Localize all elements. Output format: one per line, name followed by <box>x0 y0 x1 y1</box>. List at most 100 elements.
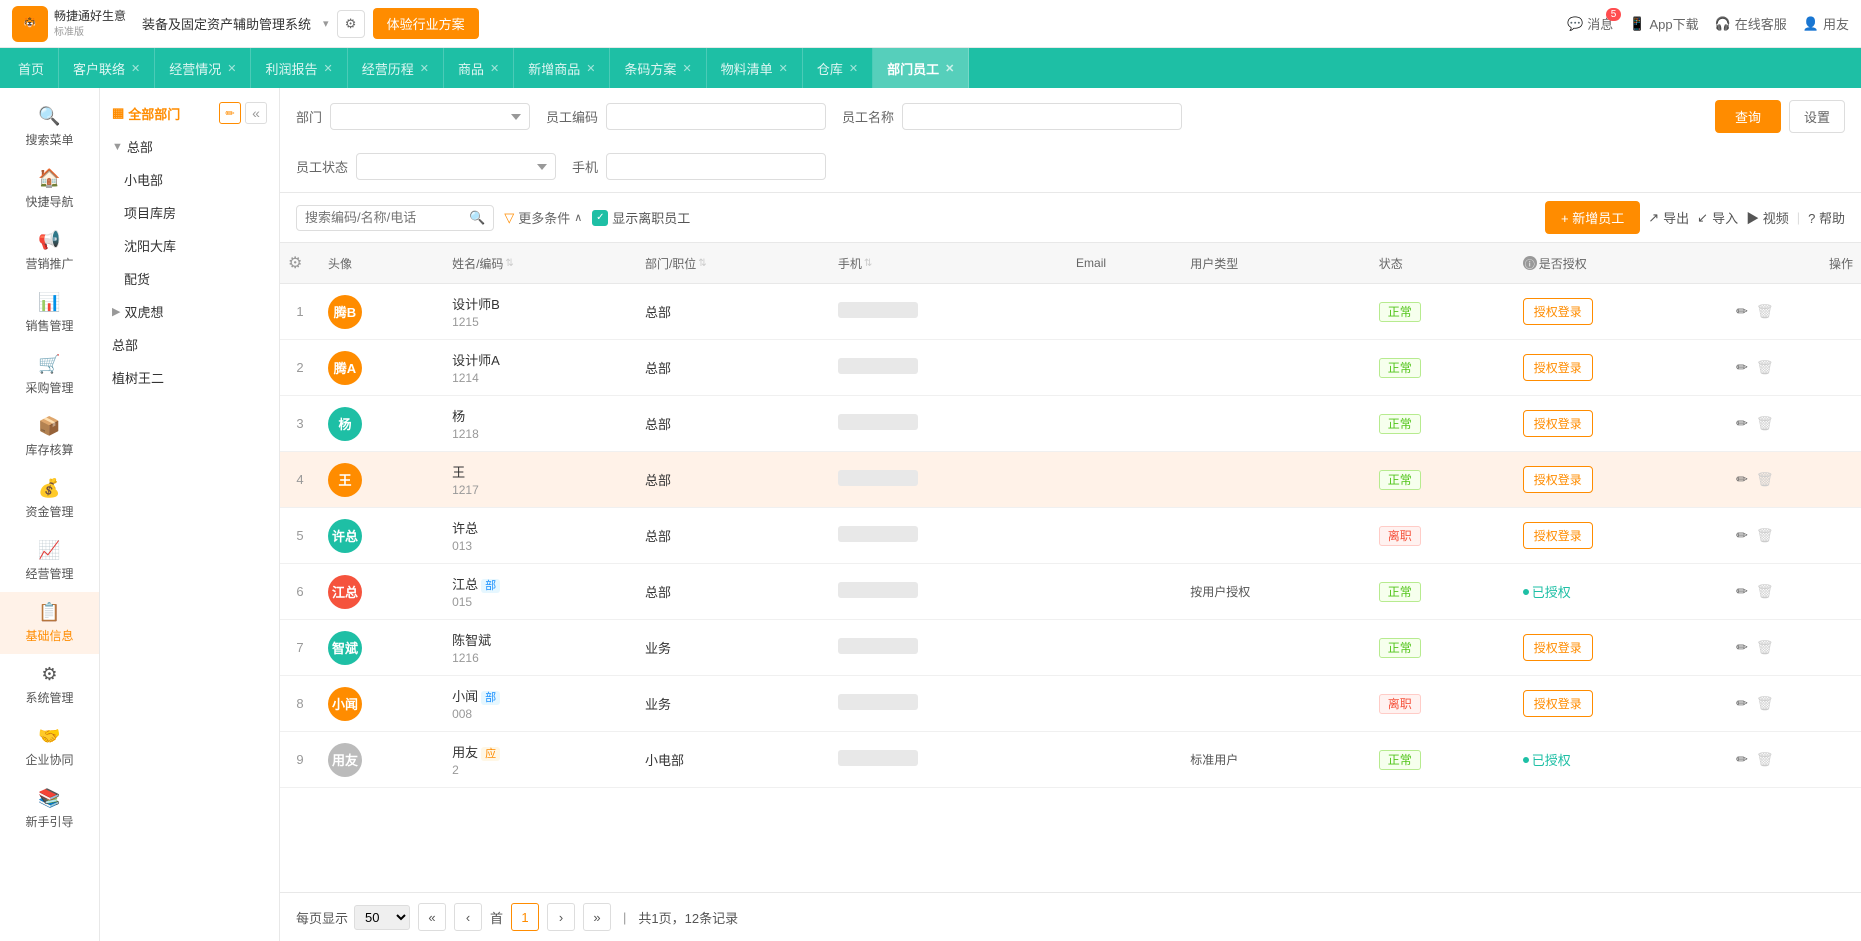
nav-item-purchase[interactable]: 🛒 采购管理 <box>0 344 99 406</box>
filter-status-select[interactable] <box>356 153 556 180</box>
search-input[interactable] <box>305 210 465 225</box>
authorize-button[interactable]: 授权登录 <box>1523 522 1593 549</box>
show-resigned-checkbox[interactable]: ✓ <box>592 210 608 226</box>
import-button[interactable]: ↙ 导入 <box>1697 208 1738 227</box>
show-resigned-toggle[interactable]: ✓ 显示离职员工 <box>592 208 690 227</box>
edit-button[interactable]: ✏ <box>1736 359 1748 376</box>
edit-button[interactable]: ✏ <box>1736 583 1748 600</box>
reset-button[interactable]: 设置 <box>1789 100 1845 133</box>
tab-operation-close[interactable]: ✕ <box>227 62 236 75</box>
tree-item-zonbu[interactable]: ▼ 总部 <box>100 130 279 163</box>
tree-item-shuanghu[interactable]: ▶ 双虎想 <box>100 295 279 328</box>
authorize-button[interactable]: 授权登录 <box>1523 410 1593 437</box>
sort-phone[interactable]: 手机 ⇅ <box>838 255 1060 272</box>
tree-item-shenyang[interactable]: 沈阳大库 <box>100 229 279 262</box>
more-filter-btn[interactable]: ▽ 更多条件 ∧ <box>504 208 582 227</box>
nav-item-collab[interactable]: 🤝 企业协同 <box>0 716 99 778</box>
tab-history-close[interactable]: ✕ <box>420 62 429 75</box>
tab-warehouse-close[interactable]: ✕ <box>849 62 858 75</box>
column-settings-icon[interactable]: ⚙ <box>288 255 302 272</box>
tab-profit-close[interactable]: ✕ <box>324 62 333 75</box>
authorize-button[interactable]: 授权登录 <box>1523 298 1593 325</box>
nav-item-marketing[interactable]: 📢 营销推广 <box>0 220 99 282</box>
dept-collapse-button[interactable]: « <box>245 102 267 124</box>
tab-bom-close[interactable]: ✕ <box>779 62 788 75</box>
last-page-button[interactable]: » <box>583 903 611 931</box>
user-btn[interactable]: 👤 用友 <box>1803 14 1849 33</box>
delete-button[interactable]: 🗑 <box>1756 415 1774 432</box>
delete-button[interactable]: 🗑 <box>1756 695 1774 712</box>
nav-item-guide[interactable]: 📚 新手引导 <box>0 778 99 840</box>
tab-customer-close[interactable]: ✕ <box>131 62 140 75</box>
filter-dept-select[interactable] <box>330 103 530 130</box>
tree-item-zonbu2[interactable]: 总部 <box>100 328 279 361</box>
view-button[interactable]: ▶ 视频 <box>1746 208 1789 227</box>
add-employee-button[interactable]: + 新增员工 <box>1545 201 1640 234</box>
nav-item-basic[interactable]: 📋 基础信息 <box>0 592 99 654</box>
sort-name-code[interactable]: 姓名/编码 ⇅ <box>452 255 629 272</box>
edit-button[interactable]: ✏ <box>1736 303 1748 320</box>
edit-button[interactable]: ✏ <box>1736 639 1748 656</box>
app-download-btn[interactable]: 📱 App下载 <box>1629 14 1698 33</box>
export-button[interactable]: ↗ 导出 <box>1648 208 1689 227</box>
sort-dept-pos[interactable]: 部门/职位 ⇅ <box>645 255 822 272</box>
tab-warehouse[interactable]: 仓库 ✕ <box>803 48 873 88</box>
tab-bom[interactable]: 物料清单 ✕ <box>707 48 803 88</box>
delete-button[interactable]: 🗑 <box>1756 303 1774 320</box>
per-page-select[interactable]: 50 100 200 <box>354 905 410 930</box>
online-service-btn[interactable]: 🎧 在线客服 <box>1715 14 1787 33</box>
tab-barcode[interactable]: 条码方案 ✕ <box>610 48 706 88</box>
tab-barcode-close[interactable]: ✕ <box>682 62 691 75</box>
delete-button[interactable]: 🗑 <box>1756 359 1774 376</box>
th-name-code[interactable]: 姓名/编码 ⇅ <box>444 243 637 284</box>
next-page-button[interactable]: › <box>547 903 575 931</box>
authorize-button[interactable]: 授权登录 <box>1523 690 1593 717</box>
gear-button[interactable]: ⚙ <box>337 10 365 38</box>
first-page-button[interactable]: « <box>418 903 446 931</box>
tab-profit[interactable]: 利润报告 ✕ <box>251 48 347 88</box>
authorize-button[interactable]: 授权登录 <box>1523 466 1593 493</box>
message-btn[interactable]: 💬 消息 5 <box>1567 14 1613 33</box>
delete-button[interactable]: 🗑 <box>1756 471 1774 488</box>
nav-item-finance[interactable]: 💰 资金管理 <box>0 468 99 530</box>
trial-button[interactable]: 体验行业方案 <box>373 8 479 39</box>
tab-dept-employee[interactable]: 部门员工 ✕ <box>873 48 969 88</box>
tab-goods[interactable]: 商品 ✕ <box>444 48 514 88</box>
th-phone[interactable]: 手机 ⇅ <box>830 243 1068 284</box>
toolbar-search[interactable]: 🔍 <box>296 205 494 231</box>
delete-button[interactable]: 🗑 <box>1756 751 1774 768</box>
tab-goods-close[interactable]: ✕ <box>490 62 499 75</box>
tree-item-xiangmu[interactable]: 项目库房 <box>100 196 279 229</box>
tab-history[interactable]: 经营历程 ✕ <box>348 48 444 88</box>
tab-new-goods[interactable]: 新增商品 ✕ <box>514 48 610 88</box>
nav-item-business[interactable]: 📈 经营管理 <box>0 530 99 592</box>
tab-dept-employee-close[interactable]: ✕ <box>945 62 954 75</box>
dept-edit-button[interactable]: ✏ <box>219 102 241 124</box>
filter-phone-input[interactable] <box>606 153 826 180</box>
delete-button[interactable]: 🗑 <box>1756 639 1774 656</box>
edit-button[interactable]: ✏ <box>1736 527 1748 544</box>
edit-button[interactable]: ✏ <box>1736 751 1748 768</box>
edit-button[interactable]: ✏ <box>1736 695 1748 712</box>
delete-button[interactable]: 🗑 <box>1756 527 1774 544</box>
th-dept-pos[interactable]: 部门/职位 ⇅ <box>637 243 830 284</box>
filter-emp-name-input[interactable] <box>902 103 1182 130</box>
nav-item-inventory[interactable]: 📦 库存核算 <box>0 406 99 468</box>
authorize-button[interactable]: 授权登录 <box>1523 354 1593 381</box>
more-button[interactable]: ? 帮助 <box>1808 208 1845 227</box>
authorize-button[interactable]: 授权登录 <box>1523 634 1593 661</box>
edit-button[interactable]: ✏ <box>1736 415 1748 432</box>
query-button[interactable]: 查询 <box>1715 100 1781 133</box>
tree-item-peihuo[interactable]: 配货 <box>100 262 279 295</box>
delete-button[interactable]: 🗑 <box>1756 583 1774 600</box>
tab-operation[interactable]: 经营情况 ✕ <box>155 48 251 88</box>
nav-item-shortcut[interactable]: 🏠 快捷导航 <box>0 158 99 220</box>
nav-item-search[interactable]: 🔍 搜索菜单 <box>0 96 99 158</box>
tab-new-goods-close[interactable]: ✕ <box>586 62 595 75</box>
edit-button[interactable]: ✏ <box>1736 471 1748 488</box>
prev-page-button[interactable]: ‹ <box>454 903 482 931</box>
nav-item-system[interactable]: ⚙ 系统管理 <box>0 654 99 716</box>
tree-item-xiaodian[interactable]: 小电部 <box>100 163 279 196</box>
filter-emp-code-input[interactable] <box>606 103 826 130</box>
tab-customer[interactable]: 客户联络 ✕ <box>59 48 155 88</box>
